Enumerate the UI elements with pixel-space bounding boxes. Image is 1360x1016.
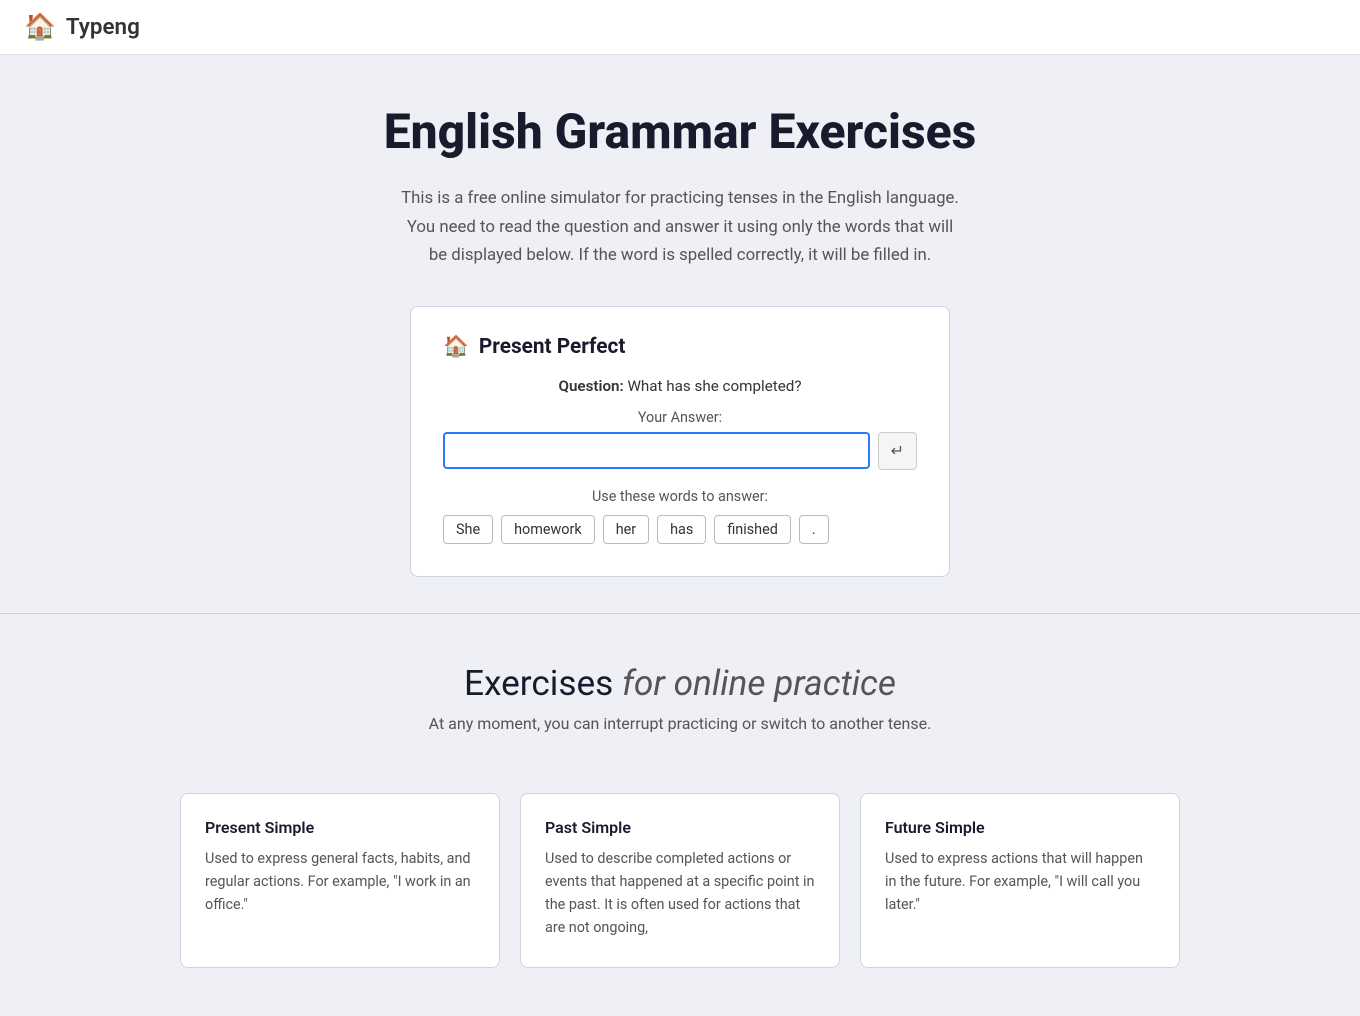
question-label: Question: What has she completed? [443, 377, 917, 395]
exercises-title-italic: for online practice [622, 662, 896, 704]
question-label-bold: Question: [558, 377, 623, 395]
exercises-section: Exercises for online practice At any mom… [0, 614, 1360, 793]
exercises-title: Exercises for online practice [20, 662, 1340, 704]
tense-card-description: Used to express general facts, habits, a… [205, 847, 475, 916]
word-chips: She homework herhas finished. [443, 515, 917, 544]
navbar: 🏠 Typeng [0, 0, 1360, 55]
exercise-card-title: 🏠 Present Perfect [443, 335, 917, 359]
brand-name: Typeng [66, 14, 140, 40]
answer-label: Your Answer: [443, 409, 917, 426]
word-chip[interactable]: . [799, 515, 829, 544]
exercise-home-icon: 🏠 [443, 335, 469, 359]
answer-row: ↵ [443, 432, 917, 470]
exercise-title: Present Perfect [479, 335, 625, 359]
home-icon: 🏠 [24, 12, 56, 42]
tense-card-title: Past Simple [545, 818, 815, 837]
word-chip[interactable]: homework [501, 515, 595, 544]
word-chip[interactable]: finished [714, 515, 791, 544]
brand-link[interactable]: 🏠 Typeng [24, 12, 140, 42]
word-chip[interactable]: has [657, 515, 706, 544]
hero-description: This is a free online simulator for prac… [400, 184, 960, 270]
exercises-title-main: Exercises [464, 662, 613, 704]
question-text: What has she completed? [627, 377, 801, 395]
submit-button[interactable]: ↵ [878, 432, 917, 470]
hero-section: English Grammar Exercises This is a free… [0, 55, 1360, 613]
words-label: Use these words to answer: [443, 488, 917, 505]
word-chip[interactable]: She [443, 515, 493, 544]
tense-card: Present Simple Used to express general fa… [180, 793, 500, 968]
tense-card-title: Future Simple [885, 818, 1155, 837]
tense-card-description: Used to express actions that will happen… [885, 847, 1155, 916]
tense-card-title: Present Simple [205, 818, 475, 837]
tense-cards-container: Present Simple Used to express general fa… [0, 793, 1360, 1016]
tense-card: Past Simple Used to describe completed ac… [520, 793, 840, 968]
exercises-subtitle: At any moment, you can interrupt practic… [20, 714, 1340, 733]
tense-card-description: Used to describe completed actions or ev… [545, 847, 815, 939]
tense-card: Future Simple Used to express actions tha… [860, 793, 1180, 968]
exercise-card: 🏠 Present Perfect Question: What has she… [410, 306, 950, 577]
answer-input[interactable] [443, 432, 870, 469]
page-title: English Grammar Exercises [20, 103, 1340, 160]
word-chip[interactable]: her [603, 515, 649, 544]
